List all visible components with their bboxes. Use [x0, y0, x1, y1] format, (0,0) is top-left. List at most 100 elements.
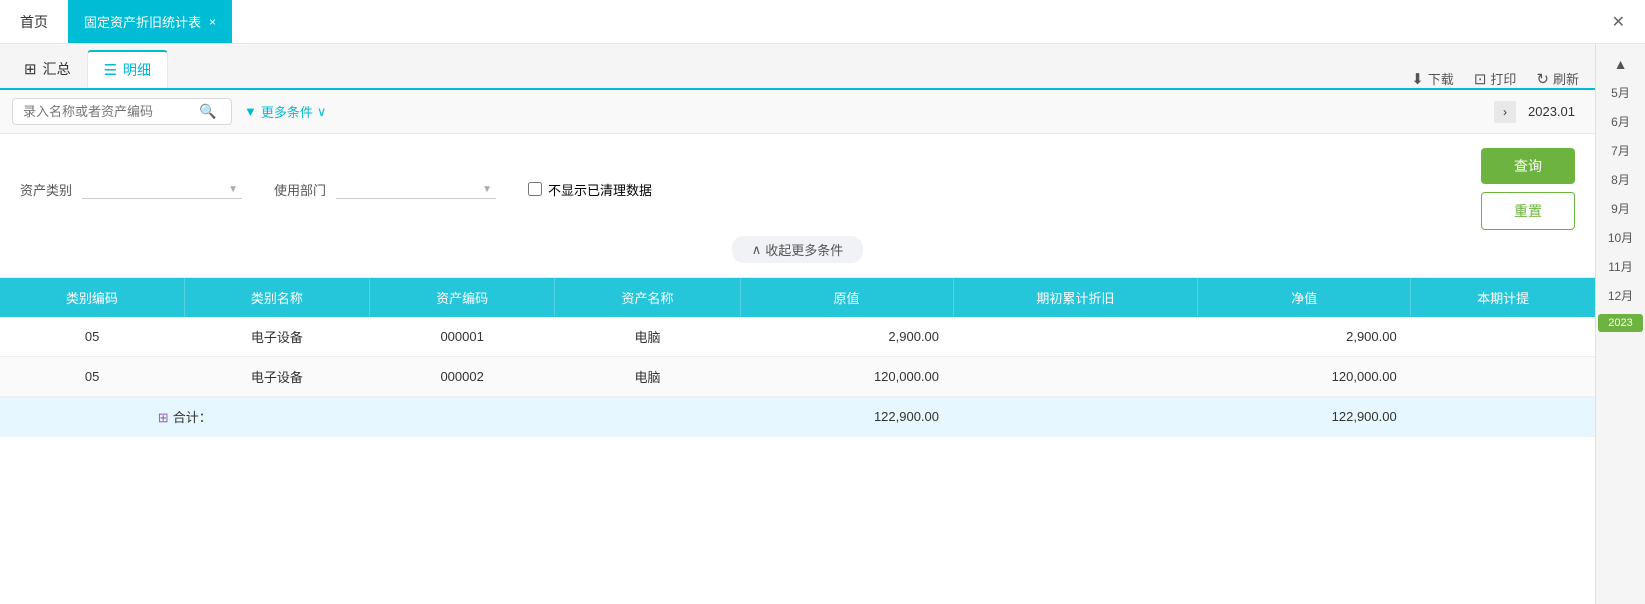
- sidebar-month-item[interactable]: 12月: [1608, 281, 1633, 310]
- sidebar-month-item[interactable]: 9月: [1608, 194, 1633, 223]
- print-label: 打印: [1490, 69, 1516, 88]
- cell-original-value: 120,000.00: [740, 357, 953, 397]
- search-icon[interactable]: 🔍: [199, 103, 216, 120]
- filter-icon: ▼: [244, 104, 257, 119]
- total-current-depreciation: [1411, 397, 1595, 437]
- window-close-button[interactable]: ✕: [1592, 12, 1645, 32]
- dept-select-wrap: ▼: [336, 179, 496, 199]
- exclude-cleared-field[interactable]: 不显示已清理数据: [528, 180, 652, 199]
- detail-icon: ☰: [104, 61, 117, 79]
- cell-current-depreciation: [1411, 317, 1595, 357]
- main-content: ⊞ 汇总 ☰ 明细 ⬇ 下载 ⊡ 打印 ↻ 刷新: [0, 44, 1645, 604]
- refresh-label: 刷新: [1553, 69, 1579, 88]
- cell-net-value: 2,900.00: [1198, 317, 1411, 357]
- table-total-row: ⊞合计： 122,900.00 122,900.00: [0, 397, 1595, 437]
- more-conditions-button[interactable]: ▼ 更多条件 ∨: [244, 102, 326, 121]
- collapse-label: 收起更多条件: [765, 240, 843, 259]
- dept-field: 使用部门 ▼: [274, 179, 496, 199]
- asset-type-select[interactable]: [82, 179, 242, 199]
- col-category-code: 类别编码: [0, 278, 184, 317]
- total-original-value: 122,900.00: [740, 397, 953, 437]
- filter-panel: 资产类别 ▼ 使用部门 ▼: [0, 134, 1595, 278]
- sidebar-month-item[interactable]: 8月: [1608, 165, 1633, 194]
- left-panel: ⊞ 汇总 ☰ 明细 ⬇ 下载 ⊡ 打印 ↻ 刷新: [0, 44, 1595, 604]
- col-original-value: 原值: [740, 278, 953, 317]
- collapse-button[interactable]: ∧ 收起更多条件: [732, 236, 864, 263]
- table-wrap: 类别编码 类别名称 资产编码 资产名称 原值 期初累计折旧 净值 本期计提 05…: [0, 278, 1595, 604]
- search-input-wrap: 🔍: [12, 98, 232, 125]
- data-table: 类别编码 类别名称 资产编码 资产名称 原值 期初累计折旧 净值 本期计提 05…: [0, 278, 1595, 437]
- cell-asset-code: 000002: [369, 357, 554, 397]
- print-icon: ⊡: [1474, 70, 1487, 88]
- tab-summary-label: 汇总: [43, 59, 71, 79]
- asset-type-field: 资产类别 ▼: [20, 179, 242, 199]
- print-button[interactable]: ⊡ 打印: [1474, 69, 1517, 88]
- cell-asset-name: 电脑: [555, 317, 740, 357]
- summary-icon: ⊞: [24, 60, 37, 78]
- right-sidebar: ▲ 5月6月7月8月9月10月11月12月 2023: [1595, 44, 1645, 604]
- nav-tab-fixed-assets[interactable]: 固定资产折旧统计表 ×: [68, 0, 232, 43]
- exclude-cleared-checkbox[interactable]: [528, 182, 542, 196]
- nav-home-link[interactable]: 首页: [0, 0, 68, 43]
- cell-category-name: 电子设备: [184, 357, 369, 397]
- total-asset-code: [369, 397, 554, 437]
- sidebar-month-item[interactable]: 6月: [1608, 107, 1633, 136]
- tab-bar: ⊞ 汇总 ☰ 明细 ⬇ 下载 ⊡ 打印 ↻ 刷新: [0, 44, 1595, 90]
- cell-net-value: 120,000.00: [1198, 357, 1411, 397]
- dept-select[interactable]: [336, 179, 496, 199]
- tab-detail-label: 明细: [123, 60, 151, 80]
- nav-tab-label: 固定资产折旧统计表: [84, 12, 201, 31]
- col-asset-name: 资产名称: [555, 278, 740, 317]
- sidebar-month-item[interactable]: 10月: [1608, 223, 1633, 252]
- cell-asset-name: 电脑: [555, 357, 740, 397]
- total-label: ⊞合计：: [0, 397, 369, 437]
- nav-tab-close-icon[interactable]: ×: [209, 15, 216, 29]
- col-category-name: 类别名称: [184, 278, 369, 317]
- sidebar-month-item[interactable]: 7月: [1608, 136, 1633, 165]
- col-asset-code: 资产编码: [369, 278, 554, 317]
- date-display: 2023.01: [1520, 104, 1583, 119]
- cell-category-code: 05: [0, 317, 184, 357]
- col-accumulated-depreciation: 期初累计折旧: [953, 278, 1198, 317]
- table-header-row: 类别编码 类别名称 资产编码 资产名称 原值 期初累计折旧 净值 本期计提: [0, 278, 1595, 317]
- col-net-value: 净值: [1198, 278, 1411, 317]
- refresh-button[interactable]: ↻ 刷新: [1536, 69, 1579, 88]
- table-row: 05 电子设备 000002 电脑 120,000.00 120,000.00: [0, 357, 1595, 397]
- cell-current-depreciation: [1411, 357, 1595, 397]
- search-input[interactable]: [23, 104, 193, 119]
- sidebar-month-item[interactable]: 5月: [1608, 78, 1633, 107]
- sidebar-year[interactable]: 2023: [1598, 314, 1642, 332]
- filter-buttons: 查询 重置: [1481, 148, 1575, 230]
- tab-detail[interactable]: ☰ 明细: [87, 50, 168, 88]
- cell-asset-code: 000001: [369, 317, 554, 357]
- total-accumulated-depreciation: [953, 397, 1198, 437]
- filter-label: 更多条件: [261, 102, 313, 121]
- cell-category-name: 电子设备: [184, 317, 369, 357]
- reset-button[interactable]: 重置: [1481, 192, 1575, 230]
- table-row: 05 电子设备 000001 电脑 2,900.00 2,900.00: [0, 317, 1595, 357]
- asset-type-select-wrap: ▼: [82, 179, 242, 199]
- top-nav: 首页 固定资产折旧统计表 × ✕: [0, 0, 1645, 44]
- dept-label: 使用部门: [274, 180, 326, 199]
- search-bar: 🔍 ▼ 更多条件 ∨ › 2023.01: [0, 90, 1595, 134]
- cell-category-code: 05: [0, 357, 184, 397]
- cell-original-value: 2,900.00: [740, 317, 953, 357]
- collapse-icon: ∧: [752, 242, 762, 258]
- total-net-value: 122,900.00: [1198, 397, 1411, 437]
- total-asset-name: [555, 397, 740, 437]
- asset-type-label: 资产类别: [20, 180, 72, 199]
- filter-row: 资产类别 ▼ 使用部门 ▼: [20, 148, 1575, 230]
- sidebar-scroll-up-button[interactable]: ▲: [1596, 52, 1645, 76]
- navigate-forward-button[interactable]: ›: [1494, 101, 1516, 123]
- download-icon: ⬇: [1411, 70, 1424, 88]
- refresh-icon: ↻: [1536, 70, 1549, 88]
- tab-summary[interactable]: ⊞ 汇总: [8, 50, 87, 88]
- col-current-depreciation: 本期计提: [1411, 278, 1595, 317]
- query-button[interactable]: 查询: [1481, 148, 1575, 184]
- sidebar-month-item[interactable]: 11月: [1608, 252, 1633, 281]
- exclude-cleared-label: 不显示已清理数据: [548, 180, 652, 199]
- cell-accumulated-depreciation: [953, 357, 1198, 397]
- download-button[interactable]: ⬇ 下载: [1411, 69, 1454, 88]
- search-bar-right: › 2023.01: [1494, 101, 1583, 123]
- collapse-bar: ∧ 收起更多条件: [20, 230, 1575, 267]
